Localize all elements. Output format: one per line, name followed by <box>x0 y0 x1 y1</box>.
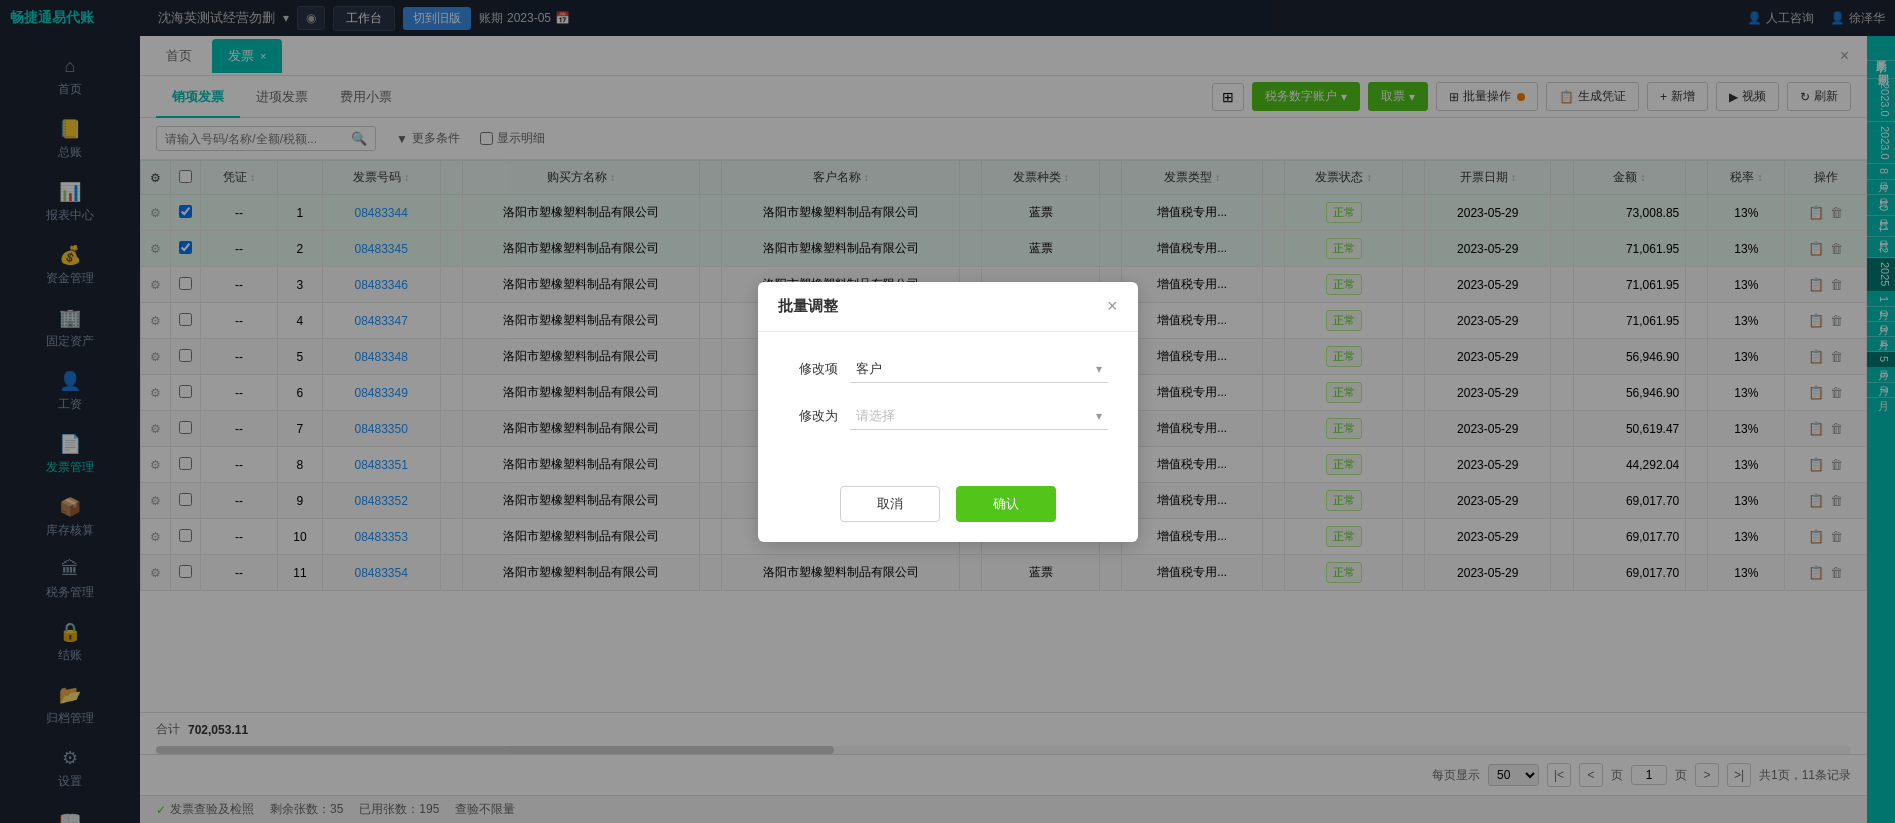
modal-field-change: 修改为 请选择 ▾ <box>788 403 1108 430</box>
modal-field-item: 修改项 客户 ▾ <box>788 356 1108 383</box>
modal-change-select[interactable]: 请选择 ▾ <box>850 403 1108 430</box>
modal-confirm-btn[interactable]: 确认 <box>956 486 1056 522</box>
modal-title: 批量调整 <box>778 297 838 316</box>
modal-field-chevron-icon: ▾ <box>1096 362 1102 376</box>
modal-header: 批量调整 × <box>758 282 1138 332</box>
modal-footer: 取消 确认 <box>758 474 1138 542</box>
modal-body: 修改项 客户 ▾ 修改为 请选择 ▾ <box>758 332 1138 474</box>
modal-overlay: 批量调整 × 修改项 客户 ▾ 修改为 请选择 ▾ 取消 确认 <box>0 0 1895 823</box>
modal-field-select[interactable]: 客户 ▾ <box>850 356 1108 383</box>
modal-cancel-btn[interactable]: 取消 <box>840 486 940 522</box>
modal-change-chevron-icon: ▾ <box>1096 409 1102 423</box>
modal-change-placeholder: 请选择 <box>856 407 895 425</box>
modal-close-btn[interactable]: × <box>1107 296 1118 317</box>
batch-adjust-modal: 批量调整 × 修改项 客户 ▾ 修改为 请选择 ▾ 取消 确认 <box>758 282 1138 542</box>
modal-field-value: 客户 <box>856 360 882 378</box>
modal-change-label: 修改为 <box>788 407 838 425</box>
modal-field-label: 修改项 <box>788 360 838 378</box>
